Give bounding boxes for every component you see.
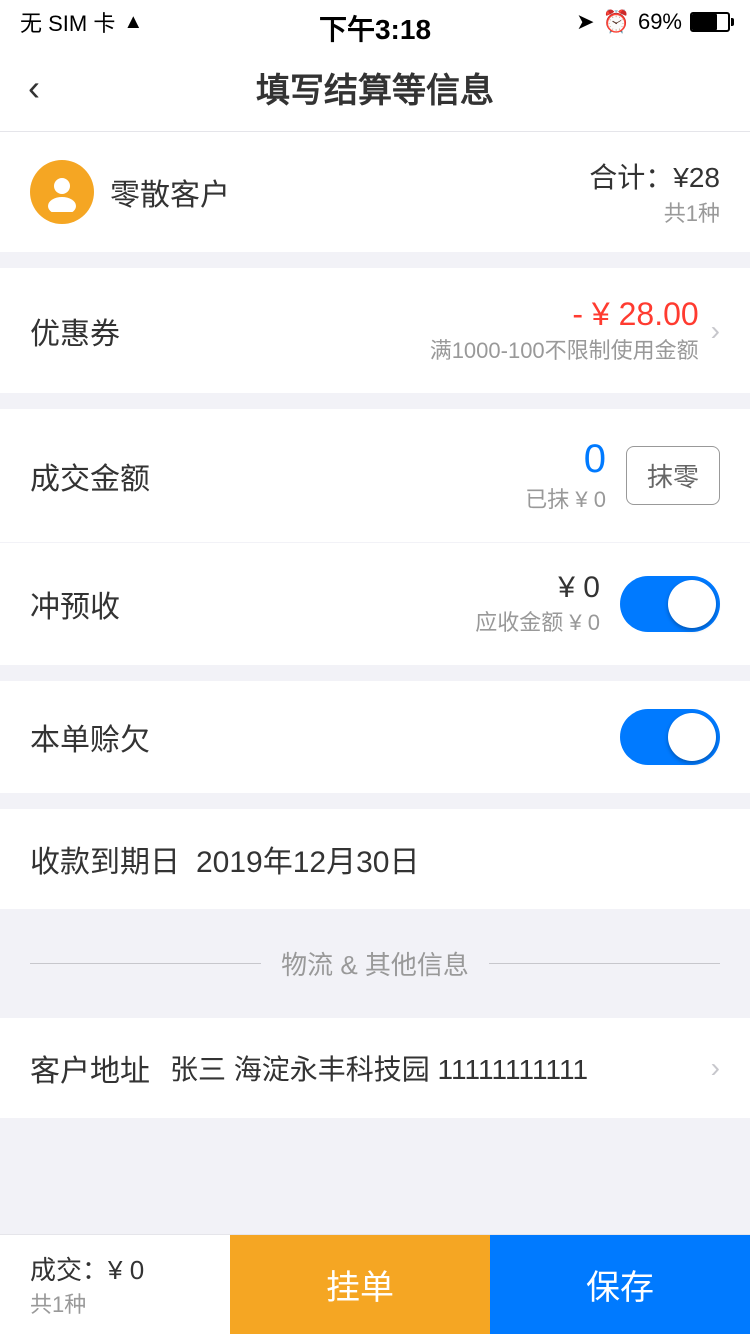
address-value: 张三 海淀永丰科技园 11111111111 [170,1048,707,1088]
logistics-divider: 物流 & 其他信息 [0,925,750,1002]
amount-right: 0 已抹 ¥ 0 抹零 [525,437,720,514]
wifi-icon: ▲ [123,11,143,34]
customer-avatar [30,160,94,224]
bottom-bar: 成交：¥ 0 共1种 挂单 保存 [0,1234,750,1334]
amount-deducted: 已抹 ¥ 0 [525,482,606,514]
bottom-summary-count: 共1种 [30,1287,200,1319]
coupon-right: - ¥ 28.00 满1000-100不限制使用金额 › [430,296,720,365]
prepay-row: 冲预收 ¥ 0 应收金额 ¥ 0 [0,542,750,665]
status-right: ➤ ⏰ 69% [576,9,730,35]
alarm-icon: ⏰ [603,9,630,35]
status-left: 无 SIM 卡 ▲ [20,6,143,38]
amount-row: 成交金额 0 已抹 ¥ 0 抹零 [0,409,750,542]
coupon-discount: - ¥ 28.00 [430,296,699,333]
address-row: 客户地址 张三 海淀永丰科技园 11111111111 › [0,1018,750,1118]
status-bar: 无 SIM 卡 ▲ 下午3:18 ➤ ⏰ 69% [0,0,750,44]
coupon-desc: 满1000-100不限制使用金额 [430,333,699,365]
amount-value: 0 [525,437,606,482]
bottom-summary: 成交：¥ 0 共1种 [0,1250,230,1319]
save-button[interactable]: 保存 [490,1235,750,1334]
battery-percent: 69% [638,9,682,35]
amount-label: 成交金额 [30,454,150,498]
amount-value-container: 0 已抹 ¥ 0 [525,437,606,514]
prepay-values: ¥ 0 应收金额 ¥ 0 [475,571,600,637]
battery-icon [690,12,730,32]
customer-info: 零散客户 [30,160,230,224]
carrier-text: 无 SIM 卡 [20,6,115,38]
due-date-label: 收款到期日 [30,837,180,881]
prepay-receivable: 应收金额 ¥ 0 [475,605,600,637]
customer-total-section: 合计：¥28 共1种 [589,156,720,228]
page-title: 填写结算等信息 [256,63,494,112]
due-date-section: 收款到期日 2019年12月30日 [0,809,750,909]
total-value: ¥28 [673,162,720,193]
toggle-knob [668,580,716,628]
summary-text: 成交： [30,1255,108,1285]
address-chevron-icon: › [711,1052,720,1084]
debit-row: 本单赊欠 [0,681,750,793]
prepay-amount: ¥ 0 [475,571,600,605]
divider-line-left [30,963,261,964]
location-icon: ➤ [576,9,594,35]
prepay-label: 冲预收 [30,582,120,626]
prepay-right: ¥ 0 应收金额 ¥ 0 [475,571,720,637]
debit-toggle-knob [668,713,716,761]
address-section[interactable]: 客户地址 张三 海淀永丰科技园 11111111111 › [0,1018,750,1118]
prepay-toggle[interactable] [620,576,720,632]
user-icon [42,172,82,212]
coupon-label: 优惠券 [30,309,120,353]
chevron-right-icon: › [711,315,720,347]
nav-bar: ‹ 填写结算等信息 [0,44,750,132]
total-label: 合计： [589,162,673,193]
hold-button[interactable]: 挂单 [230,1235,490,1334]
customer-section: 零散客户 合计：¥28 共1种 [0,132,750,252]
address-label: 客户地址 [30,1046,150,1090]
status-time: 下午3:18 [319,8,431,48]
coupon-info: - ¥ 28.00 满1000-100不限制使用金额 [430,296,699,365]
customer-name: 零散客户 [110,170,230,214]
amount-section: 成交金额 0 已抹 ¥ 0 抹零 冲预收 ¥ 0 应收金额 ¥ 0 [0,409,750,665]
main-content: 零散客户 合计：¥28 共1种 优惠券 - ¥ 28.00 满1000-100不… [0,132,750,1234]
logistics-label: 物流 & 其他信息 [281,945,469,982]
debit-section: 本单赊欠 [0,681,750,793]
debit-toggle[interactable] [620,709,720,765]
summary-value: ¥ 0 [108,1255,144,1285]
bottom-summary-label: 成交：¥ 0 [30,1250,200,1287]
divider-line-right [489,963,720,964]
coupon-section[interactable]: 优惠券 - ¥ 28.00 满1000-100不限制使用金额 › [0,268,750,393]
back-button[interactable]: ‹ [28,67,40,109]
customer-total: 合计：¥28 [589,156,720,196]
debit-label: 本单赊欠 [30,715,150,759]
customer-count: 共1种 [589,196,720,228]
round-off-button[interactable]: 抹零 [626,446,720,505]
due-date-value: 2019年12月30日 [196,837,419,881]
